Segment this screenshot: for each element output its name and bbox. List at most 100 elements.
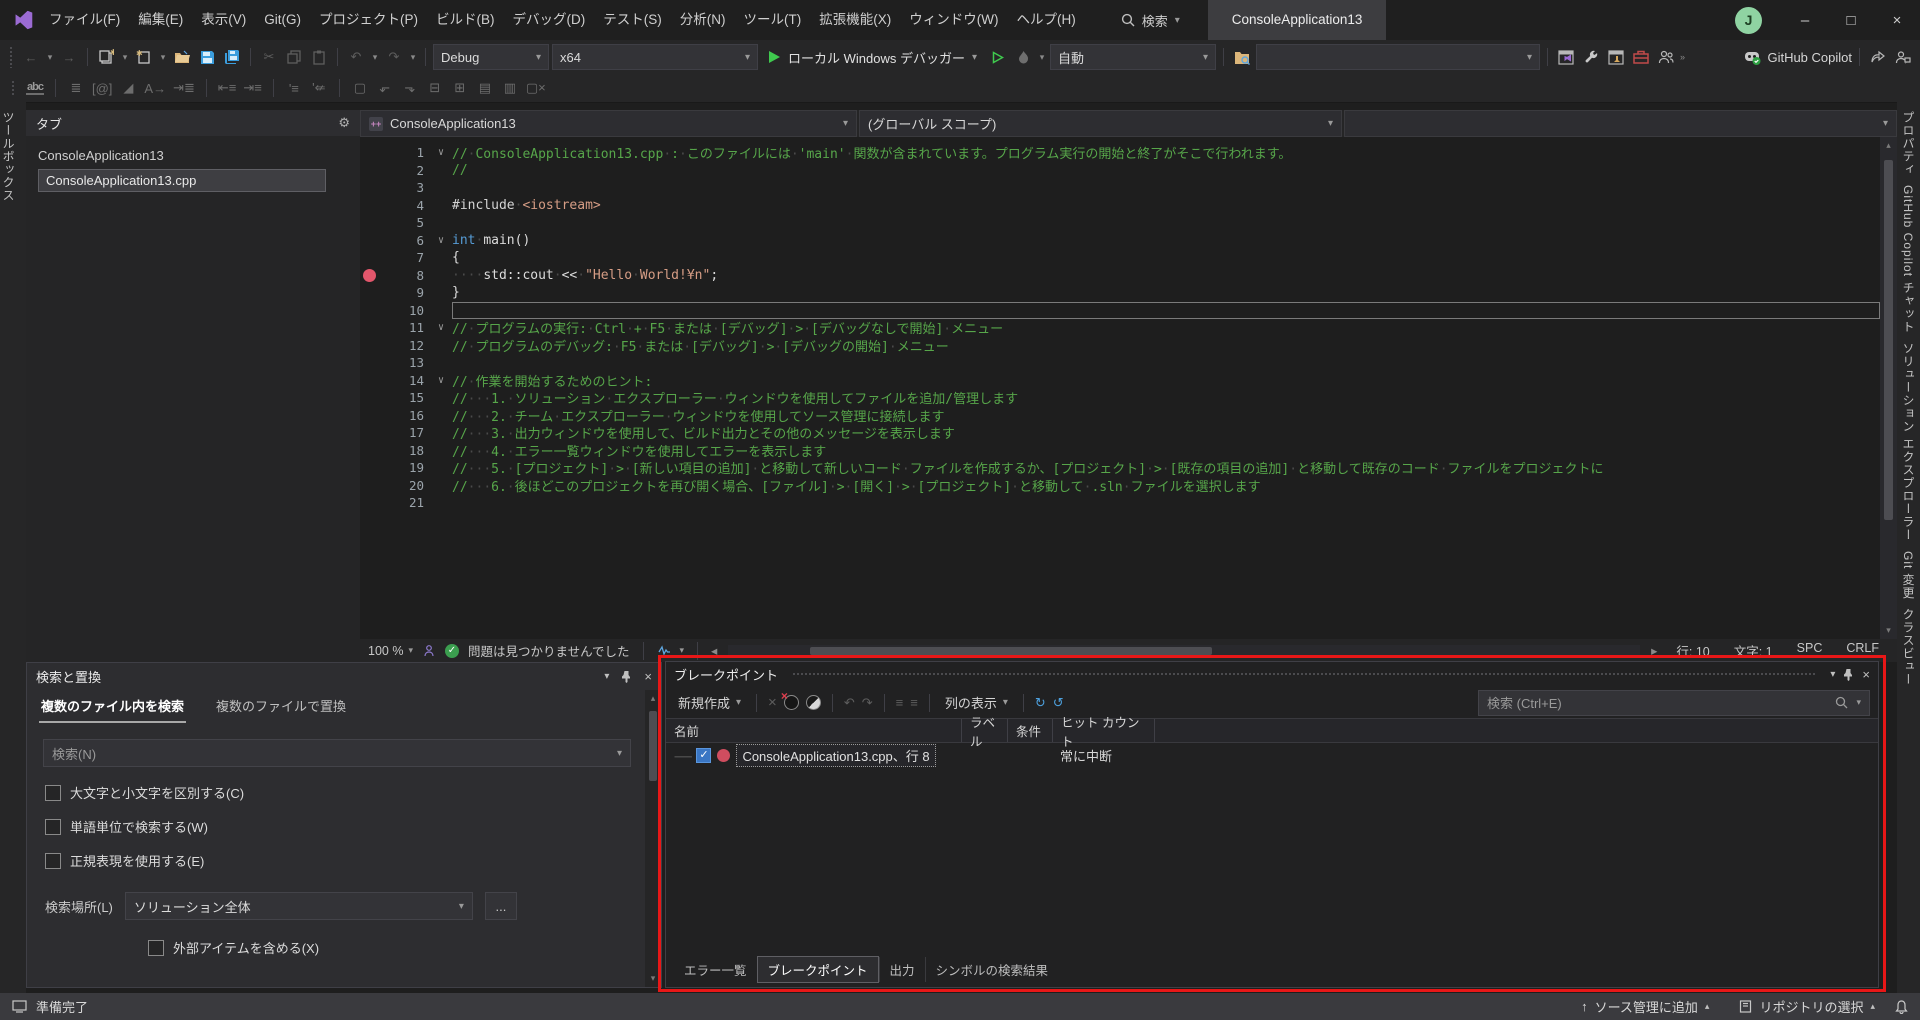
panel-tab-inactive[interactable]: エラー一覧 [674,957,757,982]
scrollbar-thumb[interactable] [649,711,657,781]
breakpoint-margin[interactable] [360,232,378,250]
minimize-button[interactable] [1782,0,1828,40]
gear-icon[interactable] [338,115,350,131]
window-position-icon[interactable] [604,671,609,682]
chevron-down-icon[interactable] [680,645,685,656]
fold-arrow-icon[interactable]: ∨ [430,147,452,158]
breakpoint-margin[interactable] [360,494,378,512]
spaces-indicator[interactable]: SPC [1797,641,1823,660]
menu-item[interactable]: ヘルプ(H) [1007,0,1084,40]
solution-platform-dropdown[interactable]: x64 [552,44,758,70]
new-project-icon[interactable]: ✱ [95,45,117,69]
uncomment-icon[interactable]: '⇍ [310,80,328,96]
window-position-icon[interactable] [1830,669,1835,680]
code-line[interactable]: 10 [360,301,1880,320]
code-line[interactable]: 20 //···6.·後ほどこのプロジェクトを再び開く場合、[ファイル]·>·[開… [360,477,1880,495]
maximize-button[interactable] [1828,0,1874,40]
breakpoint-margin[interactable] [360,354,378,372]
open-folder-icon[interactable] [171,45,193,69]
next-bookmark-icon[interactable]: ⬎ [401,80,419,96]
checkbox[interactable] [45,818,61,835]
member-dropdown[interactable] [1344,110,1897,137]
vs-window-icon[interactable] [1555,45,1577,69]
checkbox[interactable] [148,939,164,956]
chevron-down-icon[interactable] [408,52,418,63]
code-line[interactable]: 13 [360,354,1880,372]
breakpoint-name[interactable]: ConsoleApplication13.cpp、行 8 [736,744,936,767]
save-all-icon[interactable] [221,45,243,69]
code-line[interactable]: 1 ∨//·ConsoleApplication13.cpp·:·このファイルには… [360,144,1880,162]
code-line[interactable]: 11 ∨//·プログラムの実行:·Ctrl·+·F5·または·[デバッグ]·>·[… [360,319,1880,337]
feedback-icon[interactable] [1892,45,1914,69]
zoom-dropdown[interactable]: 100 % [368,644,413,658]
code-line[interactable]: 2 // [360,162,1880,180]
breakpoint-margin[interactable] [360,162,378,180]
menu-item[interactable]: ビルド(B) [427,0,504,40]
hot-reload-icon[interactable] [1012,45,1034,69]
tab-replace-in-files[interactable]: 複数のファイルで置換 [214,692,348,723]
code-line[interactable]: 3 [360,179,1880,197]
panel-tab-active[interactable]: ブレークポイント [756,956,879,983]
navigate-forward-icon[interactable] [58,45,80,69]
next-bookmark-doc-icon[interactable]: ▥ [501,80,519,96]
next-bookmark-folder-icon[interactable]: ⊞ [451,80,469,96]
breakpoint-margin[interactable] [360,389,378,407]
menu-item[interactable]: Git(G) [255,0,310,40]
surround-with-icon[interactable]: ⇥≣ [173,80,195,96]
fold-arrow-icon[interactable]: ∨ [430,322,452,333]
health-status-text[interactable]: 問題は見つかりませんでした [468,641,630,660]
breakpoint-margin[interactable] [360,197,378,215]
search-scope-dropdown[interactable] [1256,44,1540,70]
go-to-disassembly-icon[interactable] [910,695,918,710]
code-line[interactable]: 8 ····std::cout·<<·"Hello·World!¥n"; [360,267,1880,285]
scrollbar-thumb[interactable] [810,646,1212,655]
go-to-source-icon[interactable] [896,695,904,710]
code-line[interactable]: 19 //···5.·[プロジェクト]·>·[新しい項目の追加]·と移動して新しい… [360,459,1880,477]
breakpoint-margin[interactable] [360,477,378,495]
fold-arrow-icon[interactable]: ∨ [430,235,452,246]
browse-folders-button[interactable]: ... [484,892,517,920]
scroll-up-icon[interactable] [1886,137,1891,154]
chevron-down-icon[interactable] [158,52,168,63]
breakpoint-margin[interactable] [360,337,378,355]
navigate-back-icon[interactable] [20,45,42,69]
tabs-panel-project-group[interactable]: ConsoleApplication13 [26,136,360,167]
code-area[interactable]: 1 ∨//·ConsoleApplication13.cpp·:·このファイルには… [360,137,1880,639]
paste-icon[interactable] [308,45,330,69]
pin-icon[interactable] [1843,668,1854,681]
add-item-icon[interactable]: ✱ [133,45,155,69]
checkbox[interactable] [45,852,61,869]
editor-vertical-scrollbar[interactable] [1880,137,1897,639]
breakpoint-margin[interactable] [360,319,378,337]
breakpoint-margin[interactable] [360,302,378,320]
bell-icon[interactable] [1895,999,1908,1014]
redo-icon[interactable] [862,695,873,711]
add-to-source-control-button[interactable]: ソース管理に追加 [1571,997,1719,1016]
column-header-hitcount[interactable]: ヒット カウント [1053,716,1155,749]
chevron-down-icon[interactable] [370,52,380,63]
tab-find-in-files[interactable]: 複数のファイル内を検索 [39,692,187,723]
code-line[interactable]: 17 //···3.·出力ウィンドウを使用して、ビルド出力とその他のメッセージを表… [360,424,1880,442]
scrollbar-thumb[interactable] [1884,160,1893,520]
export-breakpoints-icon[interactable] [1035,695,1046,711]
toolbar-overflow-icon[interactable]: » [1680,52,1690,62]
breakpoint-margin[interactable] [360,459,378,477]
code-line[interactable]: 6 ∨ int·main() [360,232,1880,250]
copy-icon[interactable] [283,45,305,69]
chevron-down-icon[interactable] [1037,52,1047,63]
undo-icon[interactable] [844,695,855,711]
breakpoints-search-input[interactable]: 検索 (Ctrl+E) [1478,689,1870,716]
tool-window-tab-toolbox[interactable]: ツールボックス [0,111,17,202]
code-line[interactable]: 21 [360,494,1880,512]
toolbar-grip[interactable] [9,46,14,68]
tabs-panel-document-item[interactable]: ConsoleApplication13.cpp [38,169,326,192]
pin-window-icon[interactable] [1605,45,1627,69]
increase-indent-icon[interactable]: ⇥≡ [243,80,261,96]
close-icon[interactable] [644,669,652,684]
menu-item[interactable]: デバッグ(D) [504,0,595,40]
people-icon[interactable] [1655,45,1677,69]
cut-icon[interactable] [258,45,280,69]
parameter-info-icon[interactable]: [@] [92,81,112,96]
scroll-down-icon[interactable] [651,970,656,987]
code-analysis-icon[interactable] [657,644,671,658]
